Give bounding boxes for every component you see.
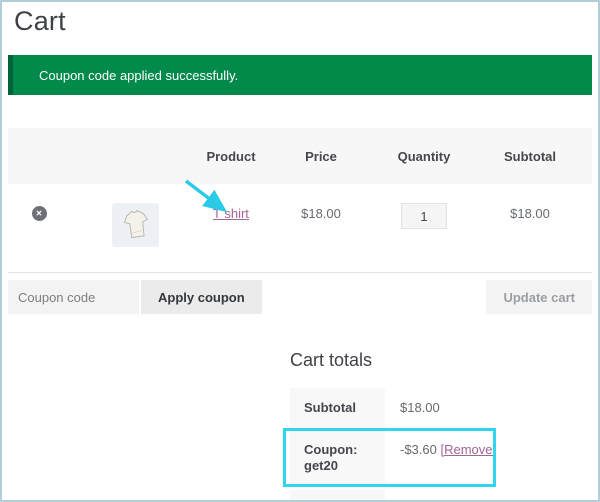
- update-cart-button[interactable]: Update cart: [486, 280, 592, 314]
- totals-coupon-row: Coupon: get20 -$3.60 [Remove]: [290, 430, 577, 486]
- cart-totals-heading: Cart totals: [290, 350, 373, 370]
- apply-coupon-button[interactable]: Apply coupon: [141, 280, 262, 314]
- coupon-label-line2: get20: [304, 458, 338, 473]
- remove-cell: ✕: [8, 184, 70, 272]
- success-banner-text: Coupon code applied successfully.: [39, 67, 239, 83]
- column-header-product: Product: [206, 148, 256, 164]
- product-thumbnail[interactable]: [111, 203, 159, 247]
- quantity-cell: [380, 184, 468, 272]
- column-header-price: Price: [305, 148, 337, 164]
- totals-subtotal-row: Subtotal $18.00: [290, 388, 577, 426]
- column-header-subtotal: Subtotal: [504, 148, 556, 164]
- tshirt-image: [123, 209, 148, 239]
- success-banner: Coupon code applied successfully.: [8, 55, 592, 95]
- thumbnail-cell: [70, 184, 200, 272]
- item-subtotal: $18.00: [510, 206, 550, 221]
- cart-item-row: ✕ T shirt $18.00 1 $18.00: [8, 184, 592, 272]
- coupon-label: Coupon: get20: [290, 430, 385, 486]
- partial-value-cell: [385, 490, 577, 500]
- product-name-cell: T shirt: [200, 184, 262, 272]
- cart-page: Cart Coupon code applied successfully. P…: [0, 0, 600, 502]
- remove-item-icon[interactable]: ✕: [31, 206, 47, 221]
- price-cell: $18.00: [262, 184, 380, 272]
- subtotal-label: Subtotal: [290, 388, 385, 426]
- column-header-quantity: Quantity: [397, 148, 451, 164]
- coupon-value-cell: -$3.60 [Remove]: [385, 430, 577, 486]
- subtotal-value: $18.00: [385, 388, 577, 426]
- cart-table: Product Price Quantity Subtotal ✕ T shir…: [8, 128, 592, 314]
- totals-row-partial: [290, 490, 577, 500]
- coupon-discount-value: -$3.60: [400, 442, 441, 457]
- cart-table-header: Product Price Quantity Subtotal: [8, 128, 592, 184]
- coupon-code-input[interactable]: [8, 280, 139, 314]
- item-price: $18.00: [301, 206, 341, 221]
- subtotal-cell: $18.00: [468, 184, 592, 272]
- coupon-label-line1: Coupon:: [304, 442, 358, 457]
- product-link[interactable]: T shirt: [213, 206, 249, 221]
- page-title: Cart: [14, 6, 66, 36]
- remove-coupon-link[interactable]: [Remove]: [440, 442, 496, 457]
- partial-label-cell: [290, 490, 385, 500]
- quantity-input[interactable]: [401, 203, 447, 229]
- cart-actions-row: Apply coupon Update cart: [8, 272, 592, 314]
